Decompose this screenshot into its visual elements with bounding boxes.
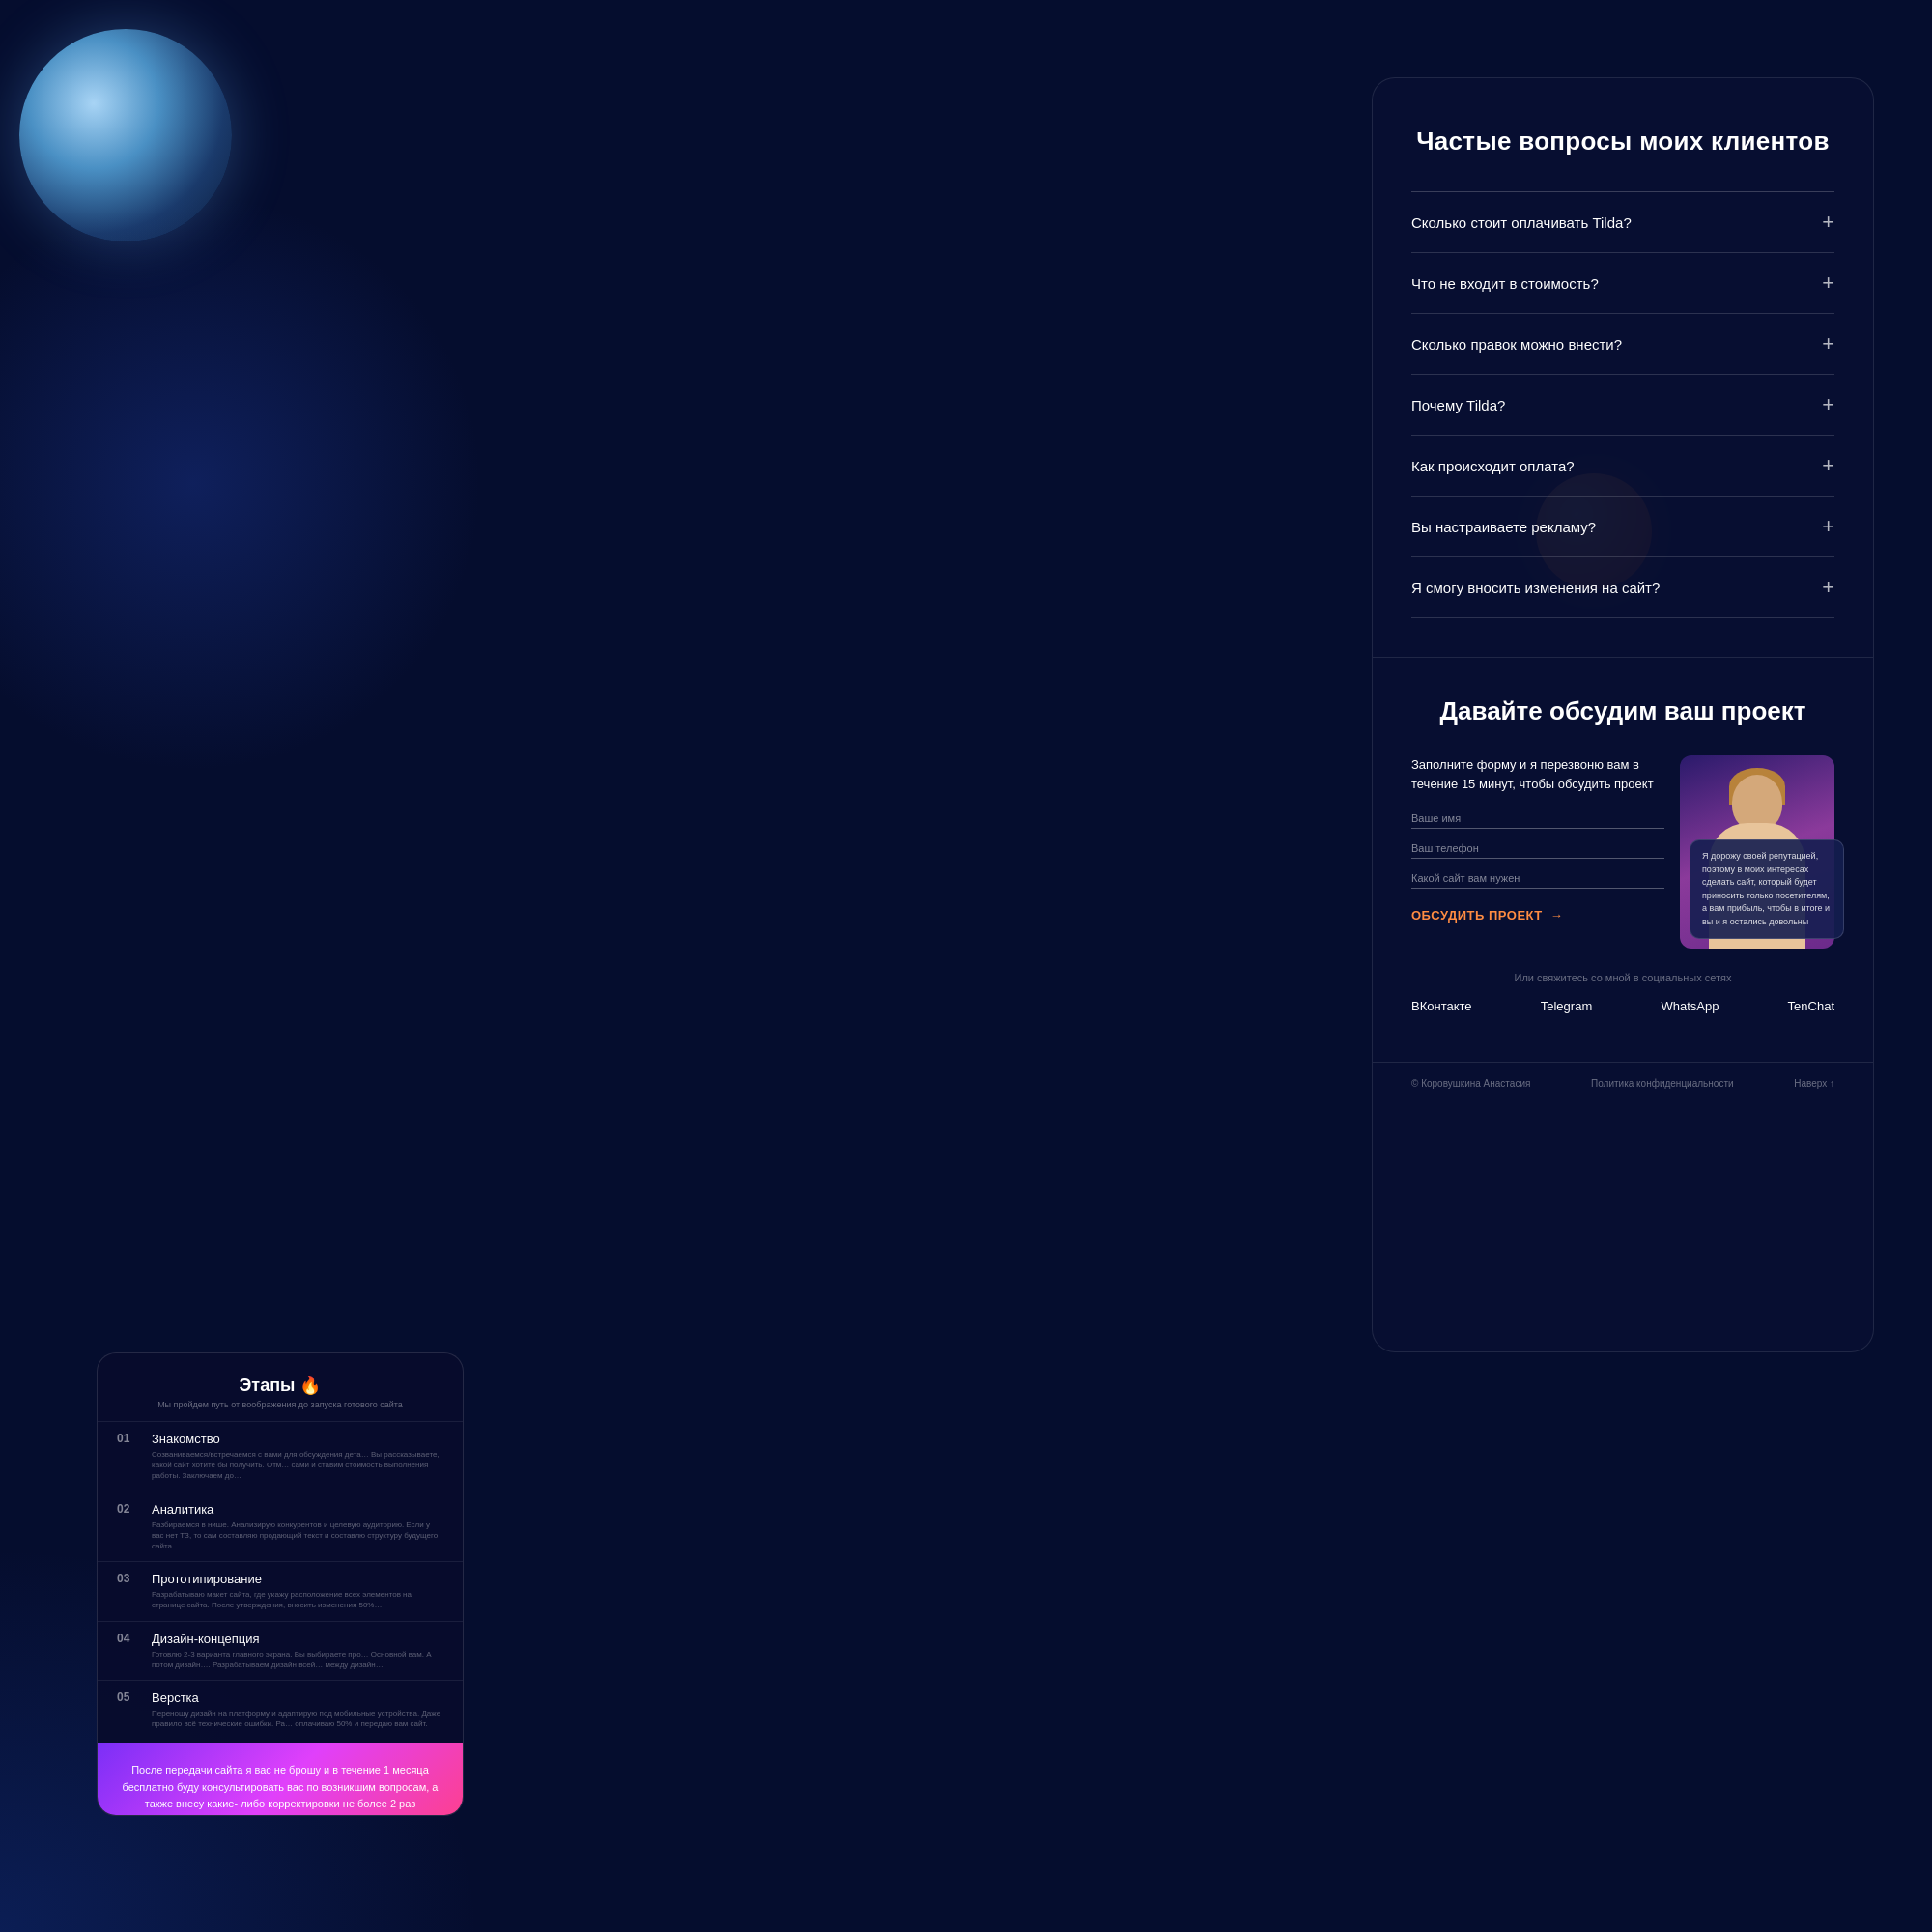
step-item-1: 01 Знакомство Созваниваемся/встречаемся … [98, 1421, 463, 1492]
steps-header: Этапы 🔥 Мы пройдем путь от воображения д… [98, 1353, 463, 1417]
step-number-3: 03 [117, 1572, 140, 1610]
form-field-site: Какой сайт вам нужен [1411, 872, 1664, 889]
step-number-1: 01 [117, 1432, 140, 1482]
steps-subtitle: Мы пройдем путь от воображения до запуск… [121, 1400, 440, 1409]
form-label-name: Ваше имя [1411, 812, 1664, 824]
steps-footer: После передачи сайта я вас не брошу и в … [98, 1743, 463, 1816]
form-input-site-line [1411, 888, 1664, 889]
contact-footer: © Коровушкина Анастасия Политика конфиде… [1373, 1062, 1873, 1104]
social-link-telegram[interactable]: Telegram [1541, 999, 1592, 1013]
contact-subtitle: Заполните форму и я перезвоню вам в тече… [1411, 755, 1664, 793]
step-desc-2: Разбираемся в нише. Анализирую конкурент… [152, 1520, 443, 1552]
form-label-phone: Ваш телефон [1411, 842, 1664, 854]
faq-expand-icon-4: + [1822, 394, 1834, 415]
social-link-whatsapp[interactable]: WhatsApp [1661, 999, 1719, 1013]
footer-copyright: © Коровушкина Анастасия [1411, 1078, 1530, 1089]
submit-label: ОБСУДИТЬ ПРОЕКТ [1411, 908, 1543, 923]
step-name-3: Прототипирование [152, 1572, 443, 1586]
step-name-1: Знакомство [152, 1432, 443, 1446]
social-link-tenchat[interactable]: TenChat [1788, 999, 1834, 1013]
faq-section: Частые вопросы моих клиентов Сколько сто… [1373, 78, 1873, 657]
faq-item-1[interactable]: Сколько стоит оплачивать Tilda? + [1411, 192, 1834, 253]
faq-question-4: Почему Tilda? [1411, 397, 1505, 413]
submit-button[interactable]: ОБСУДИТЬ ПРОЕКТ → [1411, 908, 1563, 923]
form-input-name-line [1411, 828, 1664, 829]
step-desc-1: Созваниваемся/встречаемся с вами для обс… [152, 1449, 443, 1482]
contact-title: Давайте обсудим ваш проект [1411, 696, 1834, 726]
footer-privacy[interactable]: Политика конфиденциальности [1591, 1078, 1734, 1089]
speech-bubble: Я дорожу своей репутацией, поэтому в мои… [1690, 839, 1844, 939]
faq-item-4[interactable]: Почему Tilda? + [1411, 375, 1834, 436]
contact-section: Давайте обсудим ваш проект Заполните фор… [1373, 657, 1873, 1062]
faq-expand-icon-1: + [1822, 212, 1834, 233]
step-item-2: 02 Аналитика Разбираемся в нише. Анализи… [98, 1492, 463, 1562]
faq-question-1: Сколько стоит оплачивать Tilda? [1411, 214, 1632, 231]
step-content-1: Знакомство Созваниваемся/встречаемся с в… [152, 1432, 443, 1482]
faq-item-2[interactable]: Что не входит в стоимость? + [1411, 253, 1834, 314]
faq-expand-icon-3: + [1822, 333, 1834, 355]
form-input-phone-line [1411, 858, 1664, 859]
social-links: ВКонтакте Telegram WhatsApp TenChat [1411, 999, 1834, 1013]
faq-title: Частые вопросы моих клиентов [1411, 127, 1834, 156]
faq-expand-icon-5: + [1822, 455, 1834, 476]
submit-arrow-icon: → [1550, 908, 1564, 923]
main-panel: Частые вопросы моих клиентов Сколько сто… [1372, 77, 1874, 1352]
faq-question-5: Как происходит оплата? [1411, 458, 1575, 474]
step-desc-5: Переношу дизайн на платформу и адаптирую… [152, 1708, 443, 1729]
steps-list: 01 Знакомство Созваниваемся/встречаемся … [98, 1417, 463, 1743]
contact-body: Заполните форму и я перезвоню вам в тече… [1411, 755, 1834, 949]
step-content-4: Дизайн-концепция Готовлю 2-3 варианта гл… [152, 1632, 443, 1670]
faq-expand-icon-6: + [1822, 516, 1834, 537]
step-name-5: Верстка [152, 1690, 443, 1705]
step-name-4: Дизайн-концепция [152, 1632, 443, 1646]
social-link-vk[interactable]: ВКонтакте [1411, 999, 1472, 1013]
steps-panel: Этапы 🔥 Мы пройдем путь от воображения д… [97, 1352, 464, 1816]
faq-question-7: Я смогу вносить изменения на сайт? [1411, 580, 1660, 596]
contact-form: Заполните форму и я перезвоню вам в тече… [1411, 755, 1664, 949]
faq-item-6[interactable]: Вы настраиваете рекламу? + [1411, 497, 1834, 557]
contact-photo: Я дорожу своей репутацией, поэтому в мои… [1680, 755, 1834, 949]
step-desc-4: Готовлю 2-3 варианта главного экрана. Вы… [152, 1649, 443, 1670]
faq-expand-icon-2: + [1822, 272, 1834, 294]
form-field-name: Ваше имя [1411, 812, 1664, 829]
bg-glow-left [0, 193, 483, 773]
faq-question-3: Сколько правок можно внести? [1411, 336, 1622, 353]
step-number-2: 02 [117, 1502, 140, 1552]
steps-title: Этапы 🔥 [121, 1375, 440, 1396]
step-content-5: Верстка Переношу дизайн на платформу и а… [152, 1690, 443, 1729]
form-field-phone: Ваш телефон [1411, 842, 1664, 859]
step-number-5: 05 [117, 1690, 140, 1729]
social-divider-text: Или свяжитесь со мной в социальных сетях [1411, 972, 1834, 983]
step-content-3: Прототипирование Разрабатываю макет сайт… [152, 1572, 443, 1610]
footer-top-link[interactable]: Наверх ↑ [1794, 1078, 1834, 1089]
step-name-2: Аналитика [152, 1502, 443, 1517]
step-number-4: 04 [117, 1632, 140, 1670]
step-desc-3: Разрабатываю макет сайта, где укажу расп… [152, 1589, 443, 1610]
faq-item-7[interactable]: Я смогу вносить изменения на сайт? + [1411, 557, 1834, 618]
faq-question-2: Что не входит в стоимость? [1411, 275, 1599, 292]
form-label-site: Какой сайт вам нужен [1411, 872, 1664, 884]
faq-item-3[interactable]: Сколько правок можно внести? + [1411, 314, 1834, 375]
step-content-2: Аналитика Разбираемся в нише. Анализирую… [152, 1502, 443, 1552]
step-item-4: 04 Дизайн-концепция Готовлю 2-3 варианта… [98, 1621, 463, 1680]
step-item-5: 05 Верстка Переношу дизайн на платформу … [98, 1680, 463, 1739]
speech-bubble-text: Я дорожу своей репутацией, поэтому в мои… [1702, 850, 1832, 928]
faq-expand-icon-7: + [1822, 577, 1834, 598]
steps-footer-text: После передачи сайта я вас не брошу и в … [121, 1762, 440, 1813]
faq-question-6: Вы настраиваете рекламу? [1411, 519, 1596, 535]
step-item-3: 03 Прототипирование Разрабатываю макет с… [98, 1561, 463, 1620]
faq-item-5[interactable]: Как происходит оплата? + [1411, 436, 1834, 497]
